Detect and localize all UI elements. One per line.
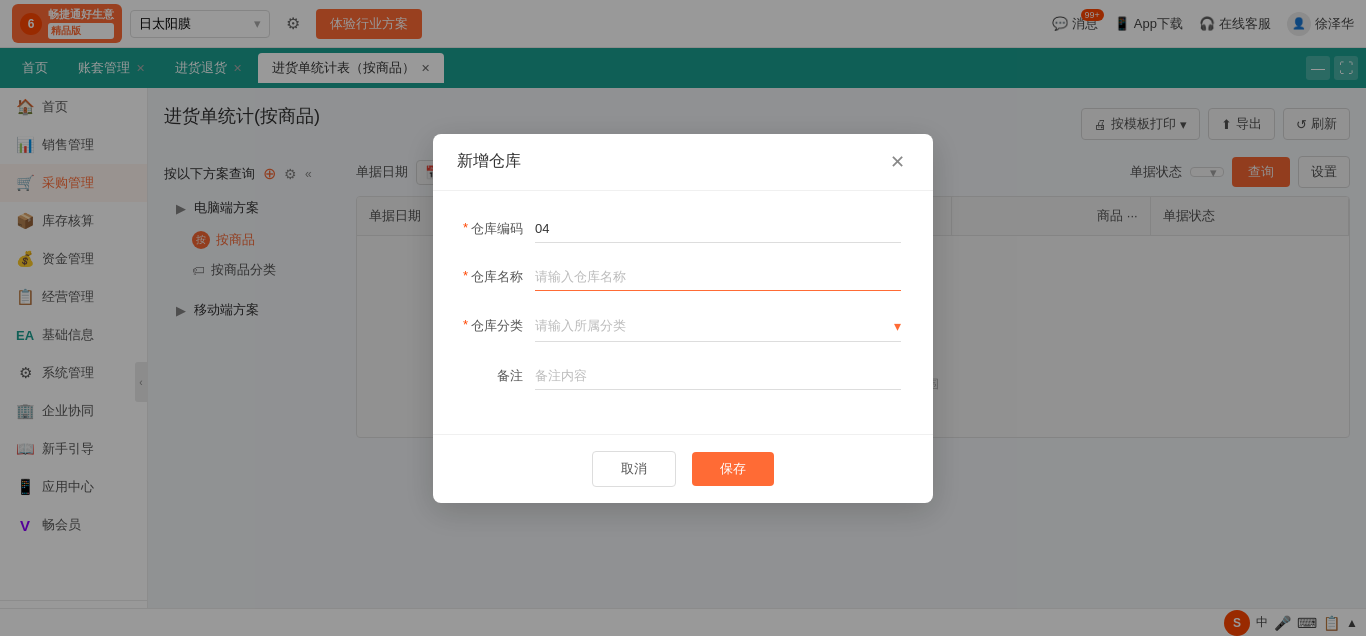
name-input[interactable] <box>535 263 901 291</box>
name-label: 仓库名称 <box>465 268 535 286</box>
note-input[interactable] <box>535 362 901 390</box>
modal-close-button[interactable]: ✕ <box>885 150 909 174</box>
save-button[interactable]: 保存 <box>692 452 774 486</box>
form-row-name: 仓库名称 <box>465 263 901 291</box>
modal-header: 新增仓库 ✕ <box>433 134 933 191</box>
code-input[interactable] <box>535 215 901 243</box>
modal-body: 仓库编码 仓库名称 仓库分类 请输入所属分类 ▾ 备注 <box>433 191 933 434</box>
code-label: 仓库编码 <box>465 220 535 238</box>
category-chevron-icon: ▾ <box>894 318 901 334</box>
modal-overlay: 新增仓库 ✕ 仓库编码 仓库名称 仓库分类 请输入所属分类 ▾ <box>0 0 1366 636</box>
add-warehouse-modal: 新增仓库 ✕ 仓库编码 仓库名称 仓库分类 请输入所属分类 ▾ <box>433 134 933 503</box>
modal-footer: 取消 保存 <box>433 434 933 503</box>
form-row-category: 仓库分类 请输入所属分类 ▾ <box>465 311 901 342</box>
category-selector[interactable]: 请输入所属分类 ▾ <box>535 311 901 342</box>
note-label: 备注 <box>465 367 535 385</box>
category-placeholder: 请输入所属分类 <box>535 317 626 335</box>
modal-title: 新增仓库 <box>457 151 521 172</box>
cancel-button[interactable]: 取消 <box>592 451 676 487</box>
form-row-code: 仓库编码 <box>465 215 901 243</box>
form-row-note: 备注 <box>465 362 901 390</box>
category-label: 仓库分类 <box>465 317 535 335</box>
